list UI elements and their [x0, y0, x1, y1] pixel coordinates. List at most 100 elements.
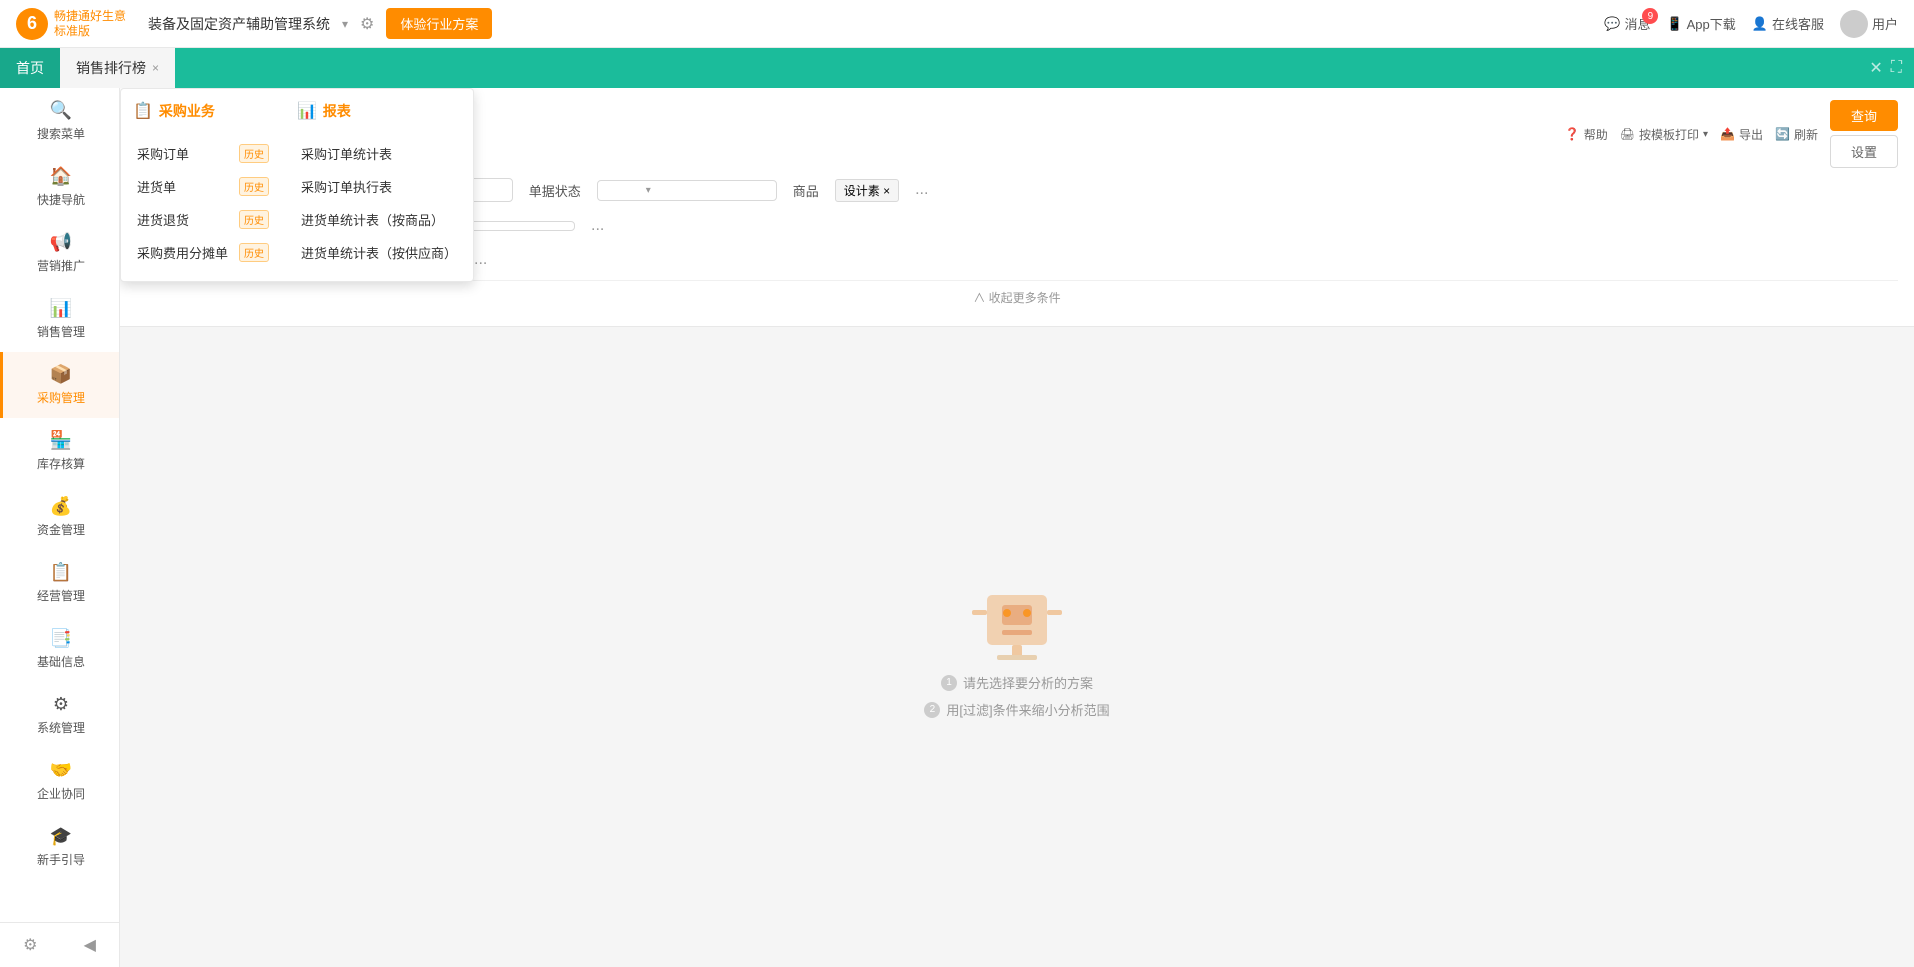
app-download-btn[interactable]: 📱 App下载 — [1666, 14, 1735, 33]
dropdown-item-report-receipt-goods[interactable]: 进货单统计表（按商品） — [297, 203, 461, 236]
collapse-up-icon: ∧ — [973, 291, 985, 305]
content-area: 📋 采购业务 采购订单 历史 进货单 历史 进货退货 历史 采购费用分摊单 — [120, 88, 1914, 967]
sidebar-item-basic-info[interactable]: 📑 基础信息 — [0, 616, 119, 682]
system-icon: ⚙ — [53, 694, 69, 715]
top-right: 💬 消息 9 📱 App下载 👤 在线客服 用户 — [1604, 10, 1898, 38]
home-icon: 🏠 — [50, 166, 72, 187]
step-2-num: 2 — [924, 702, 940, 718]
refresh-btn[interactable]: 🔄 刷新 — [1775, 126, 1818, 143]
history-badge-3[interactable]: 历史 — [239, 243, 269, 262]
user-btn[interactable]: 用户 — [1840, 10, 1898, 38]
enterprise-icon: 🤝 — [50, 760, 72, 781]
search-icon: 🔍 — [50, 100, 72, 121]
empty-state: 1 请先选择要分析的方案 2 用[过滤]条件来缩小分析范围 — [120, 327, 1914, 967]
message-badge: 9 — [1642, 8, 1658, 24]
collapse-bar[interactable]: ∧ 收起更多条件 — [136, 280, 1898, 314]
logo-icon: 6 — [16, 8, 48, 40]
dropdown-arrow-icon[interactable]: ▾ — [342, 17, 348, 31]
help-icon: ❓ — [1565, 127, 1580, 141]
sidebar-settings-icon[interactable]: ⚙ — [23, 935, 37, 955]
print-dropdown-icon[interactable]: ▾ — [1703, 129, 1708, 140]
tab-maximize-icon[interactable]: ⛶ — [1891, 59, 1902, 77]
purchase-icon: 📦 — [50, 364, 72, 385]
tab-home[interactable]: 首页 — [0, 48, 60, 88]
goods-filter: 设计素 × — [835, 179, 899, 202]
sidebar-item-search[interactable]: 🔍 搜索菜单 — [0, 88, 119, 154]
history-badge-2[interactable]: 历史 — [239, 210, 269, 229]
dropdown-item-purchase-return[interactable]: 进货退货 历史 — [133, 203, 273, 236]
dropdown-section-report: 📊 报表 采购订单统计表 采购订单执行表 进货单统计表（按商品） 进货单统计表（… — [297, 101, 461, 269]
sidebar: 🔍 搜索菜单 🏠 快捷导航 📢 营销推广 📊 销售管理 📦 采购管理 🏪 库存核… — [0, 88, 120, 967]
report-section-icon: 📊 — [297, 101, 317, 121]
sidebar-bottom: ⚙ ◀ — [0, 922, 119, 967]
sidebar-item-operations[interactable]: 📋 经营管理 — [0, 550, 119, 616]
sidebar-item-marketing[interactable]: 📢 营销推广 — [0, 220, 119, 286]
salesman-dots[interactable]: ... — [591, 217, 604, 235]
dropdown-section-purchase-title: 📋 采购业务 — [133, 101, 273, 127]
sidebar-item-inventory[interactable]: 🏪 库存核算 — [0, 418, 119, 484]
inventory-icon: 🏪 — [50, 430, 72, 451]
phone-icon: 📱 — [1666, 16, 1682, 32]
goods-dots[interactable]: ... — [915, 181, 928, 199]
help-btn[interactable]: ❓ 帮助 — [1565, 126, 1608, 143]
operations-icon: 📋 — [50, 562, 72, 583]
dropdown-item-purchase-expense[interactable]: 采购费用分摊单 历史 — [133, 236, 273, 269]
settings-icon[interactable]: ⚙ — [360, 14, 374, 34]
sidebar-item-quick-nav[interactable]: 🏠 快捷导航 — [0, 154, 119, 220]
set-btn[interactable]: 设置 — [1830, 135, 1898, 168]
step-1-num: 1 — [941, 675, 957, 691]
service-icon: 👤 — [1752, 16, 1768, 32]
tab-close-icon[interactable]: × — [152, 61, 159, 75]
logo-text: 畅捷通好生意 标准版 — [54, 9, 126, 38]
empty-illustration — [957, 575, 1077, 665]
sidebar-item-enterprise[interactable]: 🤝 企业协同 — [0, 748, 119, 814]
tab-sales-ranking[interactable]: 销售排行榜 × — [60, 48, 175, 88]
online-service-btn[interactable]: 👤 在线客服 — [1752, 14, 1824, 33]
basic-info-icon: 📑 — [50, 628, 72, 649]
voucher-status-label: 单据状态 — [529, 181, 581, 200]
sidebar-item-system[interactable]: ⚙ 系统管理 — [0, 682, 119, 748]
refresh-icon: 🔄 — [1775, 127, 1790, 141]
sidebar-item-sales[interactable]: 📊 销售管理 — [0, 286, 119, 352]
guide-icon: 🎓 — [50, 826, 72, 847]
finance-icon: 💰 — [50, 496, 72, 517]
goods-tag: 设计素 × — [835, 179, 899, 202]
empty-text-2: 2 用[过滤]条件来缩小分析范围 — [924, 700, 1109, 719]
export-btn[interactable]: 📤 导出 — [1720, 126, 1763, 143]
sidebar-item-finance[interactable]: 💰 资金管理 — [0, 484, 119, 550]
history-badge-0[interactable]: 历史 — [239, 144, 269, 163]
dropdown-menu: 📋 采购业务 采购订单 历史 进货单 历史 进货退货 历史 采购费用分摊单 — [120, 88, 474, 282]
top-header: 6 畅捷通好生意 标准版 装备及固定资产辅助管理系统 ▾ ⚙ 体验行业方案 💬 … — [0, 0, 1914, 48]
purchase-section-icon: 📋 — [133, 101, 153, 121]
system-title: 装备及固定资产辅助管理系统 — [148, 14, 330, 34]
print-btn[interactable]: 🖨 按模板打印 ▾ — [1620, 126, 1708, 143]
goods-label: 商品 — [793, 181, 819, 200]
dropdown-item-report-receipt-supplier[interactable]: 进货单统计表（按供应商） — [297, 236, 461, 269]
logo-area: 6 畅捷通好生意 标准版 — [16, 8, 136, 40]
dropdown-item-report-order-exec[interactable]: 采购订单执行表 — [297, 170, 461, 203]
tab-bar: 首页 销售排行榜 × ✕ ⛶ — [0, 48, 1914, 88]
marketing-icon: 📢 — [50, 232, 72, 253]
customer-dots[interactable]: ... — [474, 251, 487, 269]
history-badge-1[interactable]: 历史 — [239, 177, 269, 196]
sales-icon: 📊 — [50, 298, 72, 319]
tab-expand: ✕ ⛶ — [1869, 58, 1914, 78]
empty-text-1: 1 请先选择要分析的方案 — [941, 673, 1093, 692]
query-btn[interactable]: 查询 — [1830, 100, 1898, 131]
message-icon: 💬 — [1604, 16, 1620, 32]
sidebar-collapse-icon[interactable]: ◀ — [84, 935, 96, 955]
dropdown-section-report-title: 📊 报表 — [297, 101, 461, 127]
dropdown-item-report-order-stat[interactable]: 采购订单统计表 — [297, 137, 461, 170]
voucher-status-arrow-icon: ▾ — [646, 185, 651, 196]
dropdown-item-purchase-receipt[interactable]: 进货单 历史 — [133, 170, 273, 203]
dropdown-section-purchase: 📋 采购业务 采购订单 历史 进货单 历史 进货退货 历史 采购费用分摊单 — [133, 101, 273, 269]
sidebar-item-guide[interactable]: 🎓 新手引导 — [0, 814, 119, 880]
sidebar-item-purchase[interactable]: 📦 采购管理 — [0, 352, 119, 418]
tab-close-full-icon[interactable]: ✕ — [1869, 58, 1882, 78]
voucher-status-select[interactable]: ▾ — [597, 180, 777, 201]
message-btn[interactable]: 💬 消息 9 — [1604, 14, 1650, 33]
dropdown-item-purchase-order[interactable]: 采购订单 历史 — [133, 137, 273, 170]
export-icon: 📤 — [1720, 127, 1735, 141]
industry-btn[interactable]: 体验行业方案 — [386, 8, 492, 39]
print-icon: 🖨 — [1620, 127, 1635, 141]
